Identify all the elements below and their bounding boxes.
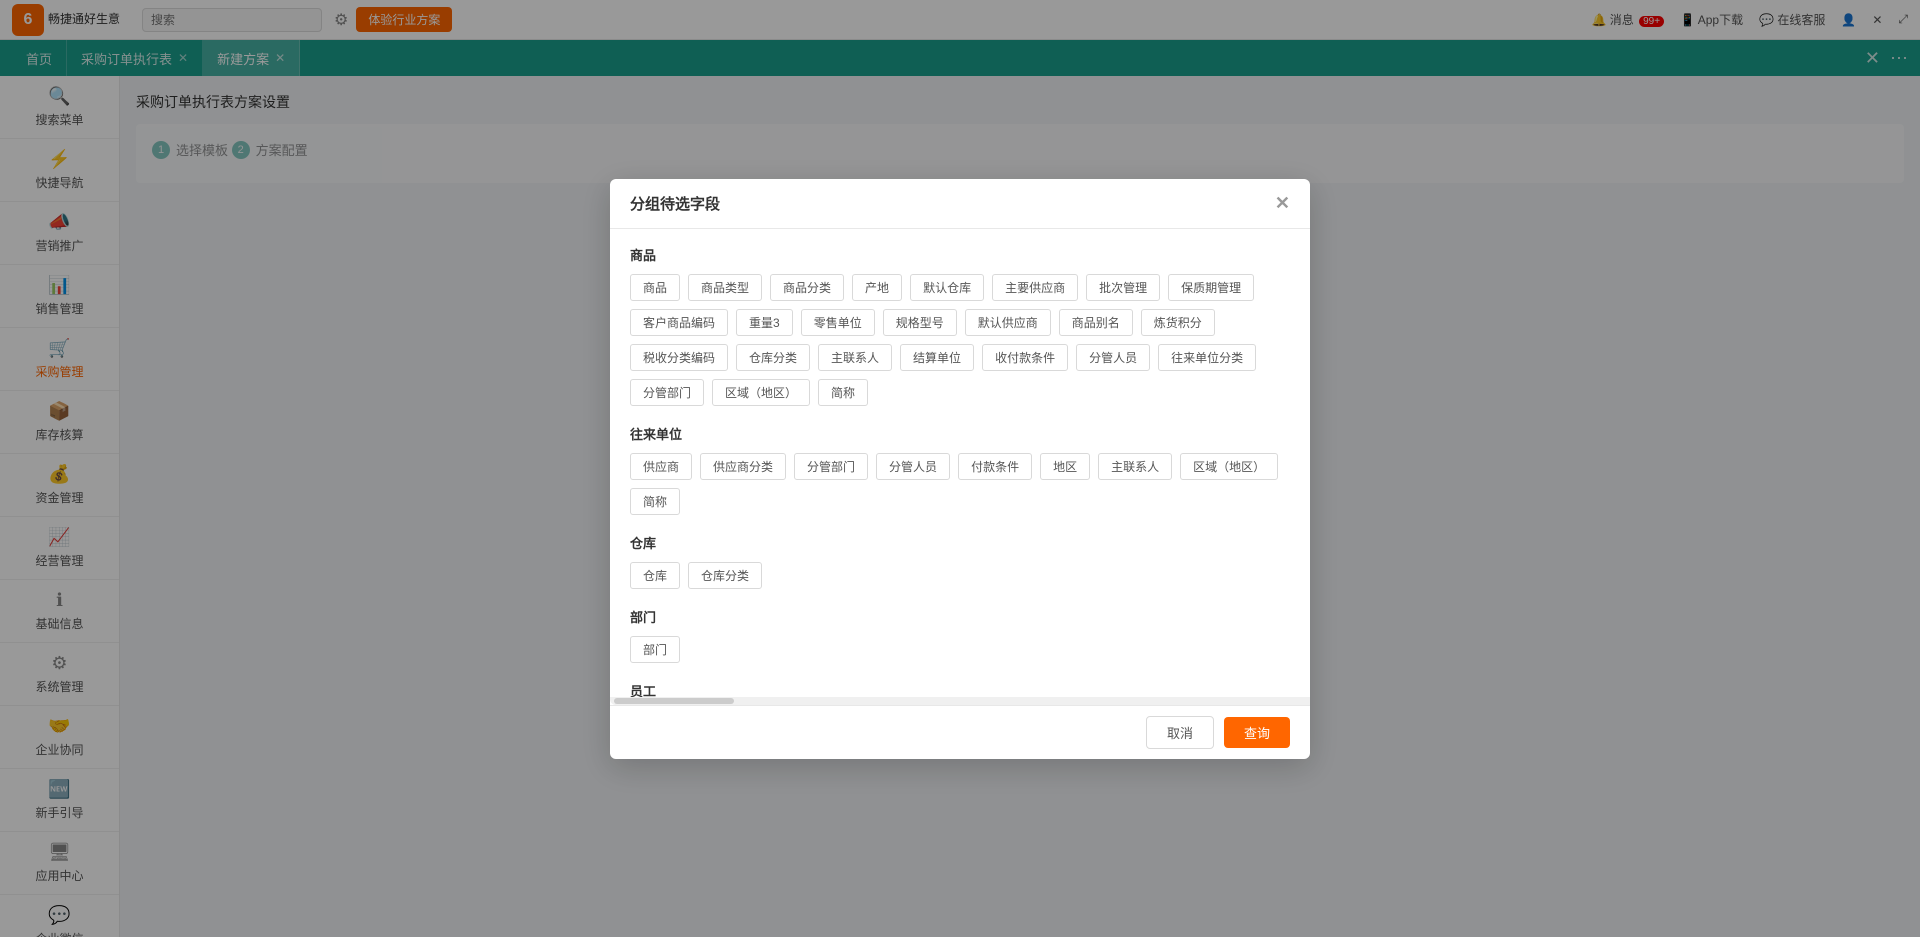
section-employee-title: 员工 <box>630 681 1290 698</box>
confirm-button[interactable]: 查询 <box>1224 717 1290 748</box>
field-tag[interactable]: 收付款条件 <box>982 344 1068 371</box>
section-employee: 员工 业务员 <box>630 681 1290 698</box>
field-tag[interactable]: 供应商 <box>630 453 692 480</box>
field-tag[interactable]: 炼货积分 <box>1141 309 1215 336</box>
modal-close-button[interactable]: ✕ <box>1275 193 1290 214</box>
modal-title: 分组待选字段 <box>630 193 720 214</box>
section-warehouse-title: 仓库 <box>630 533 1290 552</box>
field-tag[interactable]: 商品类型 <box>688 274 762 301</box>
section-dept: 部门 部门 <box>630 607 1290 663</box>
field-tag[interactable]: 规格型号 <box>883 309 957 336</box>
section-partner-title: 往来单位 <box>630 424 1290 443</box>
field-tag[interactable]: 分管人员 <box>1076 344 1150 371</box>
field-tag[interactable]: 仓库分类 <box>688 562 762 589</box>
modal-scroll-track[interactable] <box>610 697 1310 704</box>
field-tag[interactable]: 零售单位 <box>801 309 875 336</box>
field-tag[interactable]: 商品别名 <box>1059 309 1133 336</box>
field-tag[interactable]: 分管人员 <box>876 453 950 480</box>
modal-overlay: 分组待选字段 ✕ 商品 商品 商品类型 商品分类 产地 默认仓库 主要供应商 批… <box>0 0 1920 937</box>
warehouse-fields: 仓库 仓库分类 <box>630 562 1290 589</box>
field-tag[interactable]: 主联系人 <box>1098 453 1172 480</box>
field-tag[interactable]: 重量3 <box>736 309 793 336</box>
modal-body: 商品 商品 商品类型 商品分类 产地 默认仓库 主要供应商 批次管理 保质期管理… <box>610 229 1310 698</box>
field-tag[interactable]: 供应商分类 <box>700 453 786 480</box>
field-tag[interactable]: 分管部门 <box>794 453 868 480</box>
field-tag[interactable]: 主要供应商 <box>992 274 1078 301</box>
field-tag[interactable]: 部门 <box>630 636 680 663</box>
field-tag[interactable]: 默认仓库 <box>910 274 984 301</box>
section-dept-title: 部门 <box>630 607 1290 626</box>
cancel-button[interactable]: 取消 <box>1146 716 1214 749</box>
field-tag[interactable]: 区域（地区） <box>712 379 810 406</box>
field-tag[interactable]: 区域（地区） <box>1180 453 1278 480</box>
modal-header: 分组待选字段 ✕ <box>610 179 1310 229</box>
modal-footer: 取消 查询 <box>610 705 1310 759</box>
field-tag[interactable]: 保质期管理 <box>1168 274 1254 301</box>
field-tag[interactable]: 往来单位分类 <box>1158 344 1256 371</box>
field-tag[interactable]: 仓库分类 <box>736 344 810 371</box>
section-warehouse: 仓库 仓库 仓库分类 <box>630 533 1290 589</box>
field-tag[interactable]: 分管部门 <box>630 379 704 406</box>
section-product-title: 商品 <box>630 245 1290 264</box>
field-tag[interactable]: 简称 <box>818 379 868 406</box>
field-tag[interactable]: 税收分类编码 <box>630 344 728 371</box>
field-tag[interactable]: 仓库 <box>630 562 680 589</box>
modal-scroll-thumb[interactable] <box>614 698 734 704</box>
field-tag[interactable]: 付款条件 <box>958 453 1032 480</box>
field-tag[interactable]: 产地 <box>852 274 902 301</box>
field-tag[interactable]: 商品 <box>630 274 680 301</box>
section-partner: 往来单位 供应商 供应商分类 分管部门 分管人员 付款条件 地区 主联系人 区域… <box>630 424 1290 515</box>
field-tag[interactable]: 默认供应商 <box>965 309 1051 336</box>
dept-fields: 部门 <box>630 636 1290 663</box>
field-tag[interactable]: 客户商品编码 <box>630 309 728 336</box>
field-tag[interactable]: 简称 <box>630 488 680 515</box>
field-tag[interactable]: 商品分类 <box>770 274 844 301</box>
field-tag[interactable]: 主联系人 <box>818 344 892 371</box>
product-fields: 商品 商品类型 商品分类 产地 默认仓库 主要供应商 批次管理 保质期管理 客户… <box>630 274 1290 406</box>
field-tag[interactable]: 地区 <box>1040 453 1090 480</box>
field-tag[interactable]: 结算单位 <box>900 344 974 371</box>
partner-fields: 供应商 供应商分类 分管部门 分管人员 付款条件 地区 主联系人 区域（地区） … <box>630 453 1290 515</box>
section-product: 商品 商品 商品类型 商品分类 产地 默认仓库 主要供应商 批次管理 保质期管理… <box>630 245 1290 406</box>
field-tag[interactable]: 批次管理 <box>1086 274 1160 301</box>
field-select-modal: 分组待选字段 ✕ 商品 商品 商品类型 商品分类 产地 默认仓库 主要供应商 批… <box>610 179 1310 759</box>
